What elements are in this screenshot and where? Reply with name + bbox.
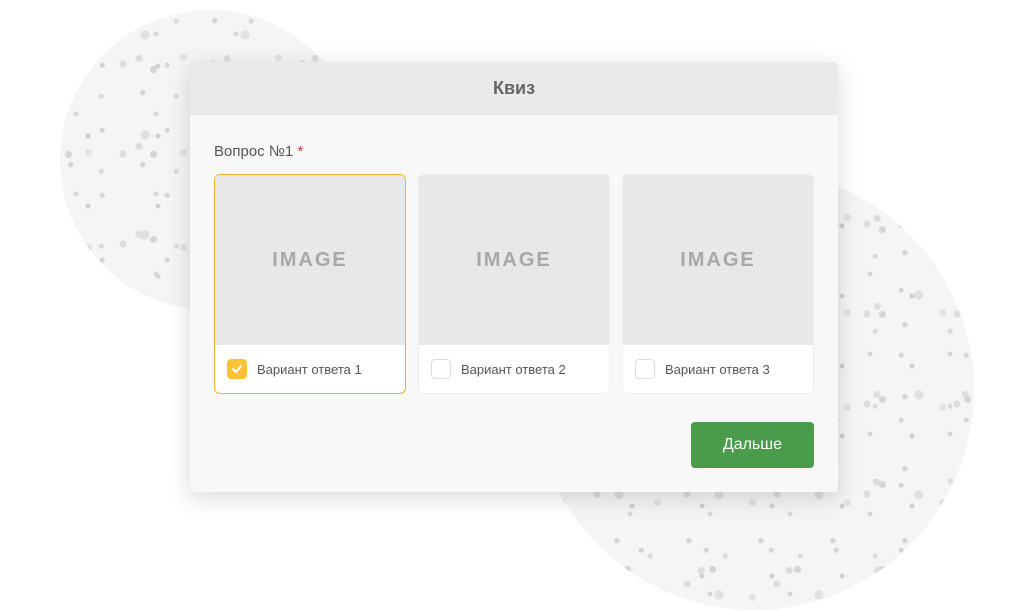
checkbox-icon[interactable] <box>431 359 451 379</box>
option-footer: Вариант ответа 3 <box>623 345 813 393</box>
quiz-footer: Дальше <box>214 422 814 468</box>
option-footer: Вариант ответа 1 <box>215 345 405 393</box>
next-button[interactable]: Дальше <box>691 422 814 468</box>
check-icon <box>231 363 243 375</box>
quiz-card: Квиз Вопрос №1 * IMAGE Вариант ответа 1 … <box>190 62 838 492</box>
answer-option-1[interactable]: IMAGE Вариант ответа 1 <box>214 174 406 394</box>
quiz-title: Квиз <box>190 78 838 99</box>
quiz-header: Квиз <box>190 62 838 115</box>
checkbox-icon[interactable] <box>227 359 247 379</box>
option-label: Вариант ответа 3 <box>665 362 770 377</box>
option-image-placeholder: IMAGE <box>215 175 405 345</box>
quiz-body: Вопрос №1 * IMAGE Вариант ответа 1 IMAGE <box>190 115 838 492</box>
question-text: Вопрос №1 <box>214 143 293 160</box>
required-mark: * <box>297 143 303 160</box>
option-image-placeholder: IMAGE <box>419 175 609 345</box>
answer-options: IMAGE Вариант ответа 1 IMAGE Вариант отв… <box>214 174 814 394</box>
question-label: Вопрос №1 * <box>214 143 814 160</box>
answer-option-3[interactable]: IMAGE Вариант ответа 3 <box>622 174 814 394</box>
option-label: Вариант ответа 1 <box>257 362 362 377</box>
answer-option-2[interactable]: IMAGE Вариант ответа 2 <box>418 174 610 394</box>
option-label: Вариант ответа 2 <box>461 362 566 377</box>
checkbox-icon[interactable] <box>635 359 655 379</box>
option-footer: Вариант ответа 2 <box>419 345 609 393</box>
option-image-placeholder: IMAGE <box>623 175 813 345</box>
